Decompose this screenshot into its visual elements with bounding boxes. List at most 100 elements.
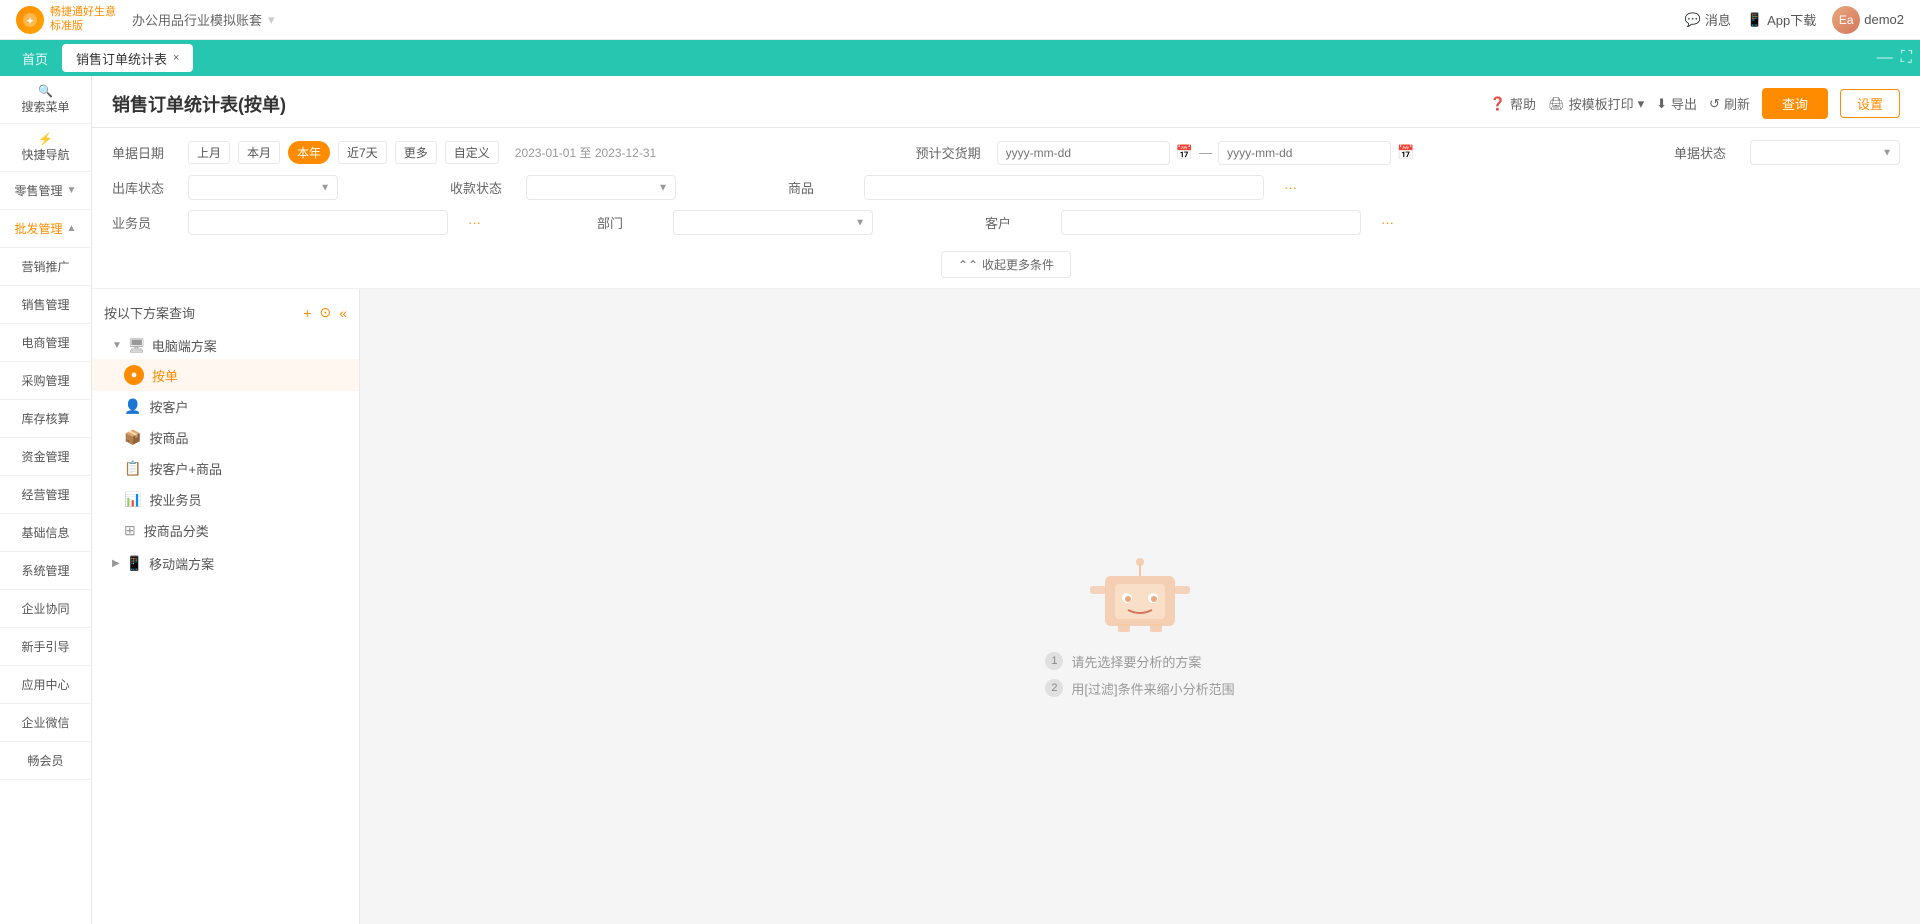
sidebar-item-inventory[interactable]: 库存核算 xyxy=(0,400,91,438)
scheme-by-product-label: 按商品 xyxy=(149,428,188,447)
tab-maximize-icon[interactable]: ⛶ xyxy=(1901,49,1912,67)
date-separator: — xyxy=(1199,145,1212,160)
expected-date-to[interactable] xyxy=(1218,141,1391,165)
scheme-item-by-single[interactable]: ● 按单 xyxy=(92,359,359,391)
sidebar-item-finance[interactable]: 资金管理 xyxy=(0,438,91,476)
sidebar-ecommerce-label: 电商管理 xyxy=(21,334,69,351)
scheme-item-by-customer[interactable]: 👤 按客户 xyxy=(92,391,359,422)
scheme-group-pc-header[interactable]: ▼ 🖥 电脑端方案 xyxy=(92,332,359,359)
sidebar-quicknav[interactable]: ⚡ 快捷导航 xyxy=(0,124,91,172)
breadcrumb-arrow-icon: ▾ xyxy=(268,12,275,28)
date-7days-btn[interactable]: 近7天 xyxy=(338,141,387,164)
export-label: 导出 xyxy=(1671,94,1697,113)
scheme-item-by-salesperson[interactable]: 📊 按业务员 xyxy=(92,484,359,515)
status-select[interactable] xyxy=(1750,140,1900,165)
sidebar-item-enterprise[interactable]: 企业协同 xyxy=(0,590,91,628)
app-download-label: App下载 xyxy=(1767,10,1816,29)
date-custom-btn[interactable]: 自定义 xyxy=(445,141,499,164)
department-select[interactable] xyxy=(673,210,873,235)
scheme-item-by-category[interactable]: ⊞ 按商品分类 xyxy=(92,515,359,546)
customer-more-btn[interactable]: ··· xyxy=(1377,215,1398,230)
username: demo2 xyxy=(1864,12,1904,27)
date-cur-year-btn[interactable]: 本年 xyxy=(288,141,330,164)
status-select-wrapper xyxy=(1750,140,1900,165)
refresh-btn[interactable]: ↺ 刷新 xyxy=(1709,94,1750,113)
sidebar-search[interactable]: 🔍 搜索菜单 xyxy=(0,76,91,124)
sidebar-item-ecommerce[interactable]: 电商管理 xyxy=(0,324,91,362)
sidebar-item-retail[interactable]: 零售管理 ▼ xyxy=(0,172,91,210)
sidebar-item-appcenter[interactable]: 应用中心 xyxy=(0,666,91,704)
payment-status-wrapper xyxy=(526,175,676,200)
print-btn[interactable]: 🖨 按模板打印 ▾ xyxy=(1548,94,1644,113)
product-label: 商品 xyxy=(788,178,848,197)
mobile-group-arrow-icon: ▶ xyxy=(112,558,120,569)
sidebar-item-newuser[interactable]: 新手引导 xyxy=(0,628,91,666)
tab-close-btn[interactable]: × xyxy=(173,52,179,64)
export-icon: ⬇ xyxy=(1656,96,1667,112)
salesperson-input[interactable] xyxy=(188,210,448,235)
tab-sales-order[interactable]: 销售订单统计表 × xyxy=(62,44,193,72)
collapse-btn[interactable]: ⌃⌃ 收起更多条件 xyxy=(941,251,1071,278)
ship-status-select[interactable] xyxy=(188,175,338,200)
user-menu[interactable]: Ea demo2 xyxy=(1832,6,1904,34)
filter-row-1: 单据日期 上月 本月 本年 近7天 更多 自定义 2023-01-01 至 20… xyxy=(112,140,1900,165)
scheme-group-mobile: ▶ 📱 移动端方案 xyxy=(92,550,359,577)
tab-bar: 首页 销售订单统计表 × — ⛶ xyxy=(0,40,1920,76)
sidebar-item-marketing[interactable]: 营销推广 xyxy=(0,248,91,286)
empty-tip-2: 2 用[过滤]条件来缩小分析范围 xyxy=(1045,679,1234,698)
message-label: 消息 xyxy=(1705,10,1731,29)
sidebar-item-operations[interactable]: 经营管理 xyxy=(0,476,91,514)
content-area: 销售订单统计表(按单) ❓ 帮助 🖨 按模板打印 ▾ ⬇ 导出 ↺ 刷新 xyxy=(92,76,1920,924)
tab-sales-order-label: 销售订单统计表 xyxy=(76,49,167,68)
scheme-item-by-product[interactable]: 📦 按商品 xyxy=(92,422,359,453)
right-panel: 1 请先选择要分析的方案 2 用[过滤]条件来缩小分析范围 xyxy=(360,289,1920,924)
date-more-btn[interactable]: 更多 xyxy=(395,141,437,164)
avatar: Ea xyxy=(1832,6,1860,34)
calendar-from-icon[interactable]: 📅 xyxy=(1176,144,1193,161)
scheme-settings-btn[interactable]: ⊙ xyxy=(319,304,331,321)
app-download-btn[interactable]: 📱 App下载 xyxy=(1747,10,1816,29)
scheme-item-by-cust-prod[interactable]: 📋 按客户+商品 xyxy=(92,453,359,484)
export-btn[interactable]: ⬇ 导出 xyxy=(1656,94,1697,113)
top-header: ✦ 畅捷通好生意 标准版 办公用品行业模拟账套 ▾ 💬 消息 📱 App下载 E… xyxy=(0,0,1920,40)
setting-button[interactable]: 设置 xyxy=(1840,89,1900,118)
collapse-up-icon: ⌃⌃ xyxy=(958,258,978,272)
sidebar-item-system[interactable]: 系统管理 xyxy=(0,552,91,590)
help-icon: ❓ xyxy=(1490,96,1506,112)
sidebar-enterprise-label: 企业协同 xyxy=(21,600,69,617)
tab-home[interactable]: 首页 xyxy=(8,44,62,72)
product-input[interactable] xyxy=(864,175,1264,200)
message-btn[interactable]: 💬 消息 xyxy=(1685,10,1731,29)
scheme-group-mobile-header[interactable]: ▶ 📱 移动端方案 xyxy=(92,550,359,577)
active-dot: ● xyxy=(124,365,144,385)
sidebar-enterprise-wx-label: 企业微信 xyxy=(21,714,69,731)
date-cur-btn[interactable]: 本月 xyxy=(238,141,280,164)
product-more-btn[interactable]: ··· xyxy=(1280,180,1301,195)
sidebar-item-basicinfo[interactable]: 基础信息 xyxy=(0,514,91,552)
sidebar-item-sales[interactable]: 销售管理 xyxy=(0,286,91,324)
customer-label: 客户 xyxy=(985,213,1045,232)
customer-input[interactable] xyxy=(1061,210,1361,235)
query-button[interactable]: 查询 xyxy=(1762,88,1828,119)
date-filter: 上月 本月 本年 近7天 更多 自定义 xyxy=(188,141,499,164)
sidebar-item-wholesale[interactable]: 批发管理 ▲ xyxy=(0,210,91,248)
sidebar-item-member[interactable]: 畅会员 xyxy=(0,742,91,780)
filter-row-3: 业务员 ··· 部门 客户 ··· xyxy=(112,210,1900,235)
salesperson-more-btn[interactable]: ··· xyxy=(464,215,485,230)
sidebar-sales-label: 销售管理 xyxy=(21,296,69,313)
payment-status-select[interactable] xyxy=(526,175,676,200)
sidebar-basicinfo-label: 基础信息 xyxy=(21,524,69,541)
quicknav-label: 快捷导航 xyxy=(8,146,83,163)
expected-date-input-group: 📅 — 📅 xyxy=(997,141,1415,165)
scheme-panel-header: 按以下方案查询 + ⊙ « xyxy=(92,297,359,328)
sidebar-item-enterprise-wx[interactable]: 企业微信 xyxy=(0,704,91,742)
scheme-add-btn[interactable]: + xyxy=(303,305,311,321)
tab-minimize-icon[interactable]: — xyxy=(1877,49,1893,67)
expected-date-from[interactable] xyxy=(997,141,1170,165)
help-btn[interactable]: ❓ 帮助 xyxy=(1490,94,1536,113)
date-prev-btn[interactable]: 上月 xyxy=(188,141,230,164)
calendar-to-icon[interactable]: 📅 xyxy=(1397,144,1414,161)
page-actions: ❓ 帮助 🖨 按模板打印 ▾ ⬇ 导出 ↺ 刷新 查询 设置 xyxy=(1490,88,1900,119)
sidebar-item-purchase[interactable]: 采购管理 xyxy=(0,362,91,400)
scheme-collapse-btn[interactable]: « xyxy=(339,305,347,321)
